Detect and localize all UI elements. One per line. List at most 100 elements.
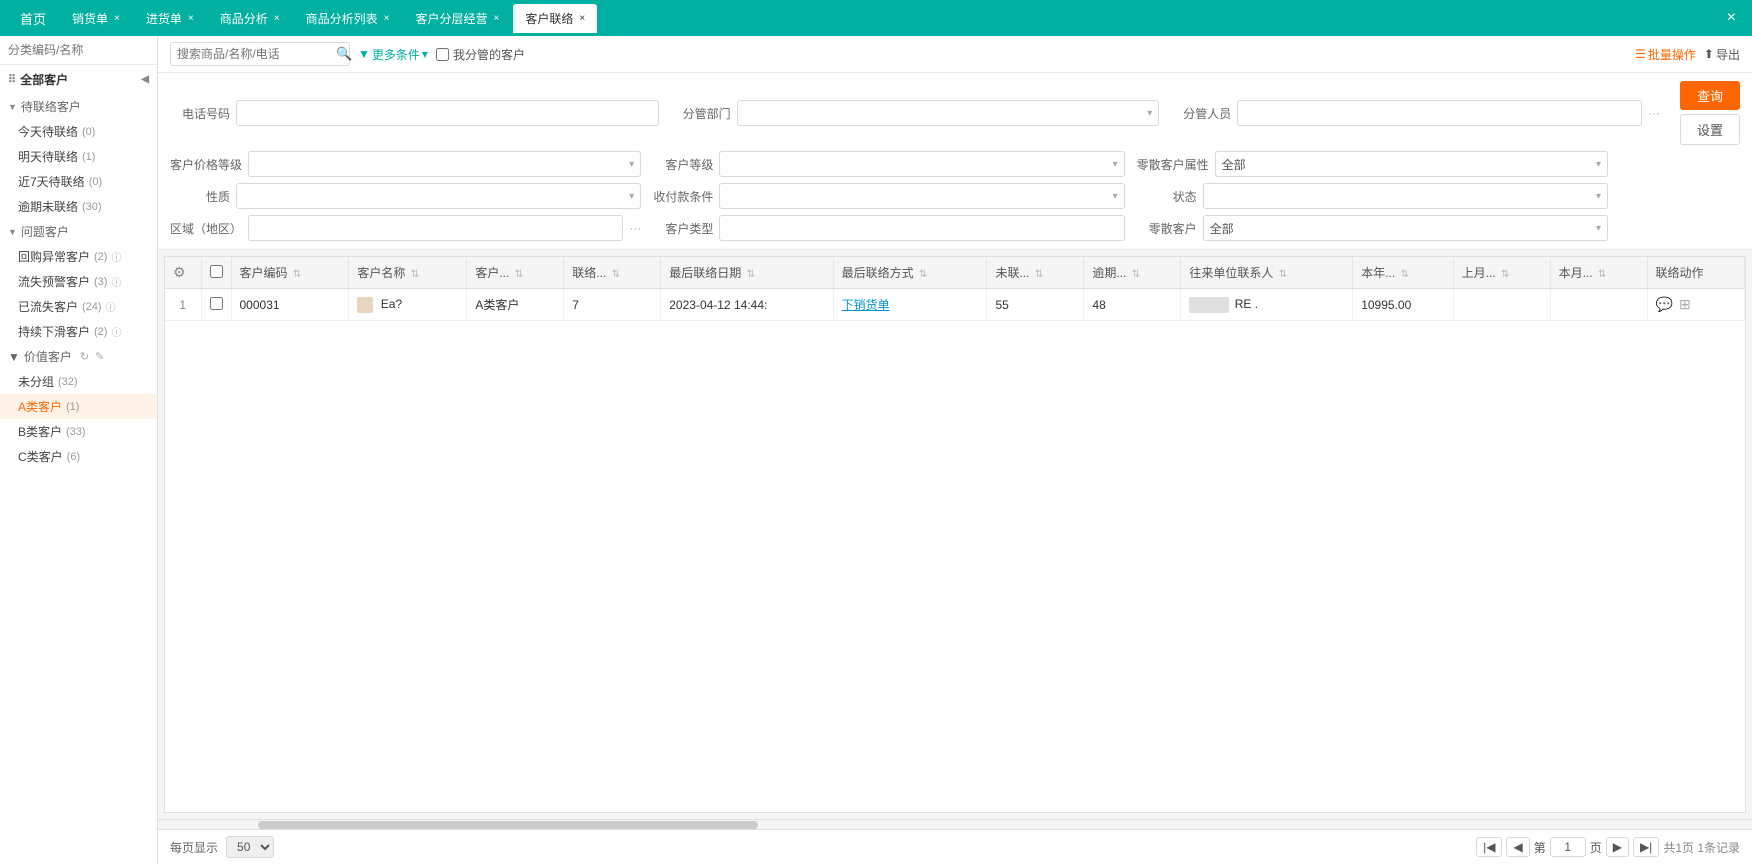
info-icon[interactable]: ⓘ	[111, 249, 121, 264]
sort-icon[interactable]: ⇅	[612, 269, 620, 280]
sidebar-item-overdue-contact[interactable]: 逾期未联络 (30)	[0, 194, 157, 219]
more-filters-button[interactable]: ▼ 更多条件 ▾	[358, 46, 428, 63]
page-input[interactable]	[1550, 837, 1586, 857]
nav-tab-purchase[interactable]: 进货单 ×	[134, 4, 206, 33]
input-manager[interactable]	[1237, 100, 1642, 126]
search-icon[interactable]: 🔍	[336, 46, 352, 62]
refresh-icon[interactable]: ↻	[80, 350, 89, 363]
label-department: 分管部门	[671, 105, 731, 122]
first-page-button[interactable]: |◀	[1476, 837, 1502, 857]
close-icon[interactable]: ×	[114, 13, 120, 24]
sort-icon[interactable]: ⇅	[515, 269, 523, 280]
nav-tab-customer-contact[interactable]: 客户联络 ×	[513, 4, 597, 33]
filter-customer-type: 客户类型	[653, 215, 1124, 241]
color-tag	[357, 297, 373, 313]
settings-button[interactable]: 设置	[1680, 114, 1740, 145]
select-price-level[interactable]: ▾	[248, 151, 641, 177]
horizontal-scrollbar[interactable]	[158, 819, 1752, 829]
scrollbar-thumb[interactable]	[258, 821, 758, 829]
sort-icon[interactable]: ⇅	[1035, 269, 1043, 280]
sort-icon[interactable]: ⇅	[293, 269, 301, 280]
sort-icon[interactable]: ⇅	[1132, 269, 1140, 280]
sort-icon[interactable]: ⇅	[1501, 269, 1509, 280]
nav-tab-sales[interactable]: 销货单 ×	[60, 4, 132, 33]
sort-icon[interactable]: ⇅	[919, 269, 927, 280]
search-input[interactable]	[177, 47, 332, 61]
group-value-customers[interactable]: ▼ 价值客户 ↻ ✎	[0, 344, 157, 369]
select-department[interactable]: ▾	[737, 100, 1160, 126]
td-checkbox[interactable]	[201, 289, 231, 321]
close-all-button[interactable]: ×	[1719, 5, 1744, 31]
prev-page-button[interactable]: ◀	[1506, 837, 1529, 857]
nav-tab-product-analysis-list[interactable]: 商品分析列表 ×	[294, 4, 402, 33]
nav-tab-home[interactable]: 首页	[8, 3, 58, 34]
sidebar-item-class-b[interactable]: B类客户 (33)	[0, 419, 157, 444]
close-icon[interactable]: ×	[384, 13, 390, 24]
close-icon[interactable]: ×	[493, 13, 499, 24]
sidebar-search-input[interactable]	[8, 43, 158, 57]
select-retail-customer[interactable]: 全部 ▾	[1203, 215, 1608, 241]
sidebar-item-churned[interactable]: 已流失客户 (24) ⓘ	[0, 294, 157, 319]
group-pending-contact[interactable]: ▼ 待联络客户	[0, 94, 157, 119]
qr-icon[interactable]: ⊞	[1679, 296, 1691, 313]
info-icon[interactable]: ⓘ	[111, 274, 121, 289]
edit-icon[interactable]: ✎	[95, 350, 104, 363]
gear-icon[interactable]: ⚙	[173, 264, 186, 280]
next-page-button[interactable]: ▶	[1606, 837, 1629, 857]
select-all-checkbox[interactable]	[210, 265, 223, 278]
close-icon[interactable]: ×	[188, 13, 194, 24]
my-customers-check[interactable]	[436, 48, 449, 61]
all-customers-header[interactable]: ⠿ 全部客户 ◀	[0, 65, 157, 94]
td-last-contact-method[interactable]: 下销货单	[833, 289, 987, 321]
sidebar-search-container: 🔍	[0, 36, 157, 65]
sort-icon[interactable]: ⇅	[1279, 269, 1287, 280]
per-page-select[interactable]: 50	[226, 836, 274, 858]
close-icon[interactable]: ×	[579, 13, 585, 24]
sort-icon[interactable]: ⇅	[1598, 269, 1606, 280]
chat-icon[interactable]: 💬	[1656, 296, 1673, 313]
close-icon[interactable]: ×	[274, 13, 280, 24]
dots-icon[interactable]: ···	[1648, 106, 1660, 120]
dots-icon[interactable]: ···	[629, 221, 641, 235]
filter-manager: 分管人员 ···	[1171, 100, 1660, 126]
sidebar-item-7day-contact[interactable]: 近7天待联络 (0)	[0, 169, 157, 194]
sidebar-item-repurchase-anomaly[interactable]: 回购异常客户 (2) ⓘ	[0, 244, 157, 269]
nav-tab-product-analysis[interactable]: 商品分析 ×	[208, 4, 292, 33]
info-icon[interactable]: ⓘ	[106, 299, 116, 314]
td-num: 1	[165, 289, 201, 321]
nav-tab-customer-segment[interactable]: 客户分层经营 ×	[403, 4, 511, 33]
sidebar-item-churn-warning[interactable]: 流失预警客户 (3) ⓘ	[0, 269, 157, 294]
select-retail-attr[interactable]: 全部 ▾	[1215, 151, 1608, 177]
my-customers-checkbox[interactable]: 我分管的客户	[436, 46, 525, 63]
td-this-month	[1550, 289, 1647, 321]
sidebar-item-class-a[interactable]: A类客户 (1)	[0, 394, 157, 419]
chevron-down-icon: ▾	[629, 159, 634, 170]
input-phone[interactable]	[236, 100, 659, 126]
sidebar-item-tomorrow-contact[interactable]: 明天待联络 (1)	[0, 144, 157, 169]
sidebar-item-class-c[interactable]: C类客户 (6)	[0, 444, 157, 469]
input-customer-type[interactable]	[719, 215, 1124, 241]
th-gear[interactable]: ⚙	[165, 257, 201, 289]
select-status[interactable]: ▾	[1203, 183, 1608, 209]
sidebar-item-unclassified[interactable]: 未分组 (32)	[0, 369, 157, 394]
group-problem-customers[interactable]: ▼ 问题客户	[0, 219, 157, 244]
export-button[interactable]: ⬆ 导出	[1704, 46, 1740, 63]
sidebar-item-declining[interactable]: 持续下滑客户 (2) ⓘ	[0, 319, 157, 344]
th-checkbox[interactable]	[201, 257, 231, 289]
sort-icon[interactable]: ⇅	[411, 269, 419, 280]
row-checkbox[interactable]	[210, 297, 223, 310]
filter-form: 电话号码 分管部门 ▾ 分管人员 ··· 查询 设置	[158, 73, 1752, 250]
sidebar-item-today-contact[interactable]: 今天待联络 (0)	[0, 119, 157, 144]
select-payment[interactable]: ▾	[719, 183, 1124, 209]
last-page-button[interactable]: ▶|	[1633, 837, 1659, 857]
th-contact-person: 往来单位联系人 ⇅	[1181, 257, 1353, 289]
sort-icon[interactable]: ⇅	[1401, 269, 1409, 280]
input-region[interactable]	[248, 215, 623, 241]
query-button[interactable]: 查询	[1680, 81, 1740, 110]
select-nature[interactable]: ▾	[236, 183, 641, 209]
collapse-icon[interactable]: ◀	[141, 74, 149, 85]
batch-operation-button[interactable]: ☰ 批量操作	[1635, 46, 1696, 63]
info-icon[interactable]: ⓘ	[111, 324, 121, 339]
sort-icon[interactable]: ⇅	[747, 269, 755, 280]
select-customer-level[interactable]: ▾	[719, 151, 1124, 177]
